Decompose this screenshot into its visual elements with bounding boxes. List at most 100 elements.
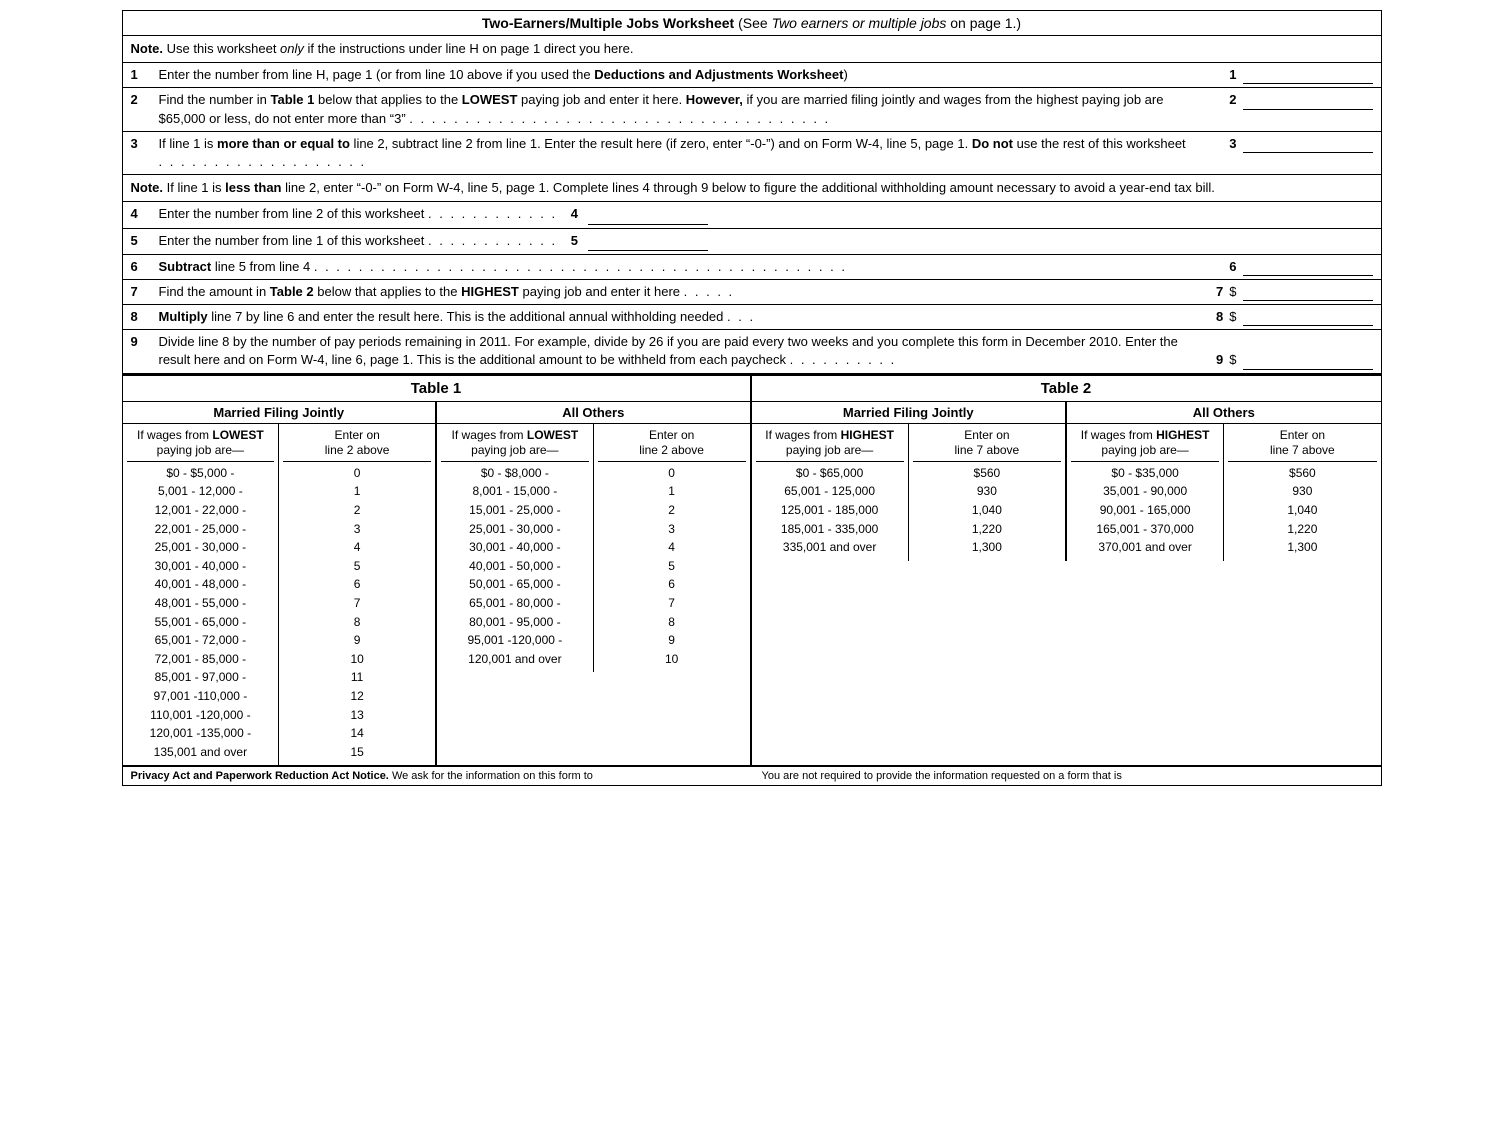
- line7-content: Find the amount in Table 2 below that ap…: [159, 283, 1193, 301]
- line9-content: Divide line 8 by the number of pay perio…: [159, 333, 1193, 369]
- line7-row: 7 Find the amount in Table 2 below that …: [123, 280, 1381, 305]
- note1-text2: if the instructions under line H on page…: [304, 41, 634, 56]
- table2-title: Table 2: [752, 376, 1381, 402]
- note2-label: Note.: [131, 180, 164, 195]
- line2-lowest: LOWEST: [462, 92, 518, 107]
- table2-married-ranges: $0 - $65,00065,001 - 125,000125,001 - 18…: [756, 462, 904, 559]
- table2-married-header: Married Filing Jointly: [752, 402, 1066, 424]
- worksheet-title: Two-Earners/Multiple Jobs Worksheet (See…: [123, 11, 1381, 36]
- table2-married-col2-header: Enter online 7 above: [913, 426, 1061, 462]
- line1-input-area: 1: [1193, 66, 1373, 84]
- table2: Table 2 Married Filing Jointly If wages …: [752, 376, 1381, 766]
- table2-married-col1-header: If wages from HIGHESTpaying job are—: [756, 426, 904, 462]
- note1-row: Note. Use this worksheet only if the ins…: [123, 36, 1381, 63]
- table2-others: All Others If wages from HIGHESTpaying j…: [1066, 402, 1381, 561]
- line1-num: 1: [131, 66, 159, 84]
- line4-content: Enter the number from line 2 of this wor…: [159, 205, 1373, 224]
- footer-privacy-bold: Privacy Act and Paperwork Reduction Act …: [131, 770, 389, 782]
- line8-input[interactable]: [1243, 310, 1373, 326]
- line4-row: 4 Enter the number from line 2 of this w…: [123, 202, 1381, 228]
- line3-label: 3: [1217, 135, 1237, 153]
- footer-right: You are not required to provide the info…: [762, 770, 1373, 782]
- line8-num: 8: [131, 308, 159, 326]
- table2-married-col2: Enter online 7 above $5609301,0401,2201,…: [909, 424, 1065, 561]
- line3-morethan: more than or equal to: [217, 136, 350, 151]
- table2-others-cols: If wages from HIGHESTpaying job are— $0 …: [1067, 424, 1381, 561]
- table1-others-col2-header: Enter online 2 above: [598, 426, 746, 462]
- table2-others-col1-header: If wages from HIGHESTpaying job are—: [1071, 426, 1219, 462]
- tables-section: Table 1 Married Filing Jointly If wages …: [123, 374, 1381, 766]
- line8-row: 8 Multiply line 7 by line 6 and enter th…: [123, 305, 1381, 330]
- table1-others-header: All Others: [437, 402, 750, 424]
- line3-content: If line 1 is more than or equal to line …: [159, 135, 1193, 171]
- line6-input-area: 6: [1193, 258, 1373, 276]
- line5-row: 5 Enter the number from line 1 of this w…: [123, 229, 1381, 255]
- line3-row: 3 If line 1 is more than or equal to lin…: [123, 132, 1381, 175]
- line8-content: Multiply line 7 by line 6 and enter the …: [159, 308, 1193, 326]
- line8-input-area: 8 $: [1193, 308, 1373, 326]
- table1-married-ranges: $0 - $5,000 -5,001 - 12,000 -12,001 - 22…: [127, 462, 275, 764]
- title-sub-italic: Two earners or multiple jobs: [772, 15, 947, 31]
- line6-label: 6: [1217, 258, 1237, 276]
- table2-married-col1: If wages from HIGHESTpaying job are— $0 …: [752, 424, 909, 561]
- line9-dollar: $: [1229, 351, 1236, 369]
- line5-label-mid: 5: [571, 233, 578, 248]
- line8-dots: . . .: [727, 309, 755, 324]
- line8-label: 8: [1203, 308, 1223, 326]
- table1-married-col1: If wages from LOWESTpaying job are— $0 -…: [123, 424, 280, 766]
- line4-num: 4: [131, 205, 159, 223]
- table1-married-col2-header: Enter online 2 above: [283, 426, 431, 462]
- line9-input-area: 9 $: [1193, 351, 1373, 369]
- line7-label: 7: [1203, 283, 1223, 301]
- table1-others-ranges: $0 - $8,000 -8,001 - 15,000 -15,001 - 25…: [441, 462, 589, 671]
- line7-input[interactable]: [1243, 285, 1373, 301]
- line6-dots: . . . . . . . . . . . . . . . . . . . . …: [314, 259, 847, 274]
- line5-content: Enter the number from line 1 of this wor…: [159, 232, 1373, 251]
- table1-others-col1-header: If wages from LOWESTpaying job are—: [441, 426, 589, 462]
- line2-input[interactable]: [1243, 94, 1373, 110]
- table2-others-header: All Others: [1067, 402, 1381, 424]
- footer-left: Privacy Act and Paperwork Reduction Act …: [131, 770, 762, 782]
- line1-content: Enter the number from line H, page 1 (or…: [159, 66, 1193, 84]
- table2-others-values: $5609301,0401,2201,300: [1228, 462, 1376, 559]
- line2-num: 2: [131, 91, 159, 109]
- line3-dots: . . . . . . . . . . . . . . . . . . .: [159, 154, 367, 169]
- line3-donot: Do not: [972, 136, 1013, 151]
- line7-dollar: $: [1229, 283, 1236, 301]
- table1-others-cols: If wages from LOWESTpaying job are— $0 -…: [437, 424, 750, 673]
- line6-row: 6 Subtract line 5 from line 4 . . . . . …: [123, 255, 1381, 280]
- table2-others-col2-header: Enter online 7 above: [1228, 426, 1376, 462]
- line9-input[interactable]: [1243, 354, 1373, 370]
- title-main: Two-Earners/Multiple Jobs Worksheet: [482, 15, 734, 31]
- line5-dots: . . . . . . . . . . . .: [428, 233, 557, 248]
- line9-label: 9: [1203, 351, 1223, 369]
- line3-num: 3: [131, 135, 159, 153]
- line1-label: 1: [1217, 66, 1237, 84]
- table2-others-col2: Enter online 7 above $5609301,0401,2201,…: [1224, 424, 1380, 561]
- table2-others-ranges: $0 - $35,00035,001 - 90,00090,001 - 165,…: [1071, 462, 1219, 559]
- table1-title: Table 1: [123, 376, 750, 402]
- table1-married-header: Married Filing Jointly: [123, 402, 436, 424]
- title-sub-suffix: on page 1.): [946, 15, 1021, 31]
- table2-others-col1: If wages from HIGHESTpaying job are— $0 …: [1067, 424, 1224, 561]
- line1-input[interactable]: [1243, 68, 1373, 84]
- line1-bold: Deductions and Adjustments Worksheet: [594, 67, 843, 82]
- table1: Table 1 Married Filing Jointly If wages …: [123, 376, 752, 766]
- table1-others-values: 012345678910: [598, 462, 746, 671]
- line3-input[interactable]: [1243, 137, 1373, 153]
- line2-input-area: 2: [1193, 91, 1373, 109]
- line9-dots: . . . . . . . . . .: [790, 352, 897, 367]
- title-sub-prefix: (See: [738, 15, 771, 31]
- footer-row: Privacy Act and Paperwork Reduction Act …: [123, 765, 1381, 785]
- table1-married-col1-header: If wages from LOWESTpaying job are—: [127, 426, 275, 462]
- table1-others-col2: Enter online 2 above 012345678910: [594, 424, 750, 673]
- line8-multiply: Multiply: [159, 309, 208, 324]
- table1-married-col2: Enter online 2 above 0123456789101112131…: [279, 424, 435, 766]
- note2-lessthan: less than: [225, 180, 281, 195]
- line3-input-area: 3: [1193, 135, 1373, 153]
- table2-married: Married Filing Jointly If wages from HIG…: [752, 402, 1067, 561]
- line6-input[interactable]: [1243, 260, 1373, 276]
- line6-subtract: Subtract: [159, 259, 212, 274]
- line7-num: 7: [131, 283, 159, 301]
- line1-row: 1 Enter the number from line H, page 1 (…: [123, 63, 1381, 88]
